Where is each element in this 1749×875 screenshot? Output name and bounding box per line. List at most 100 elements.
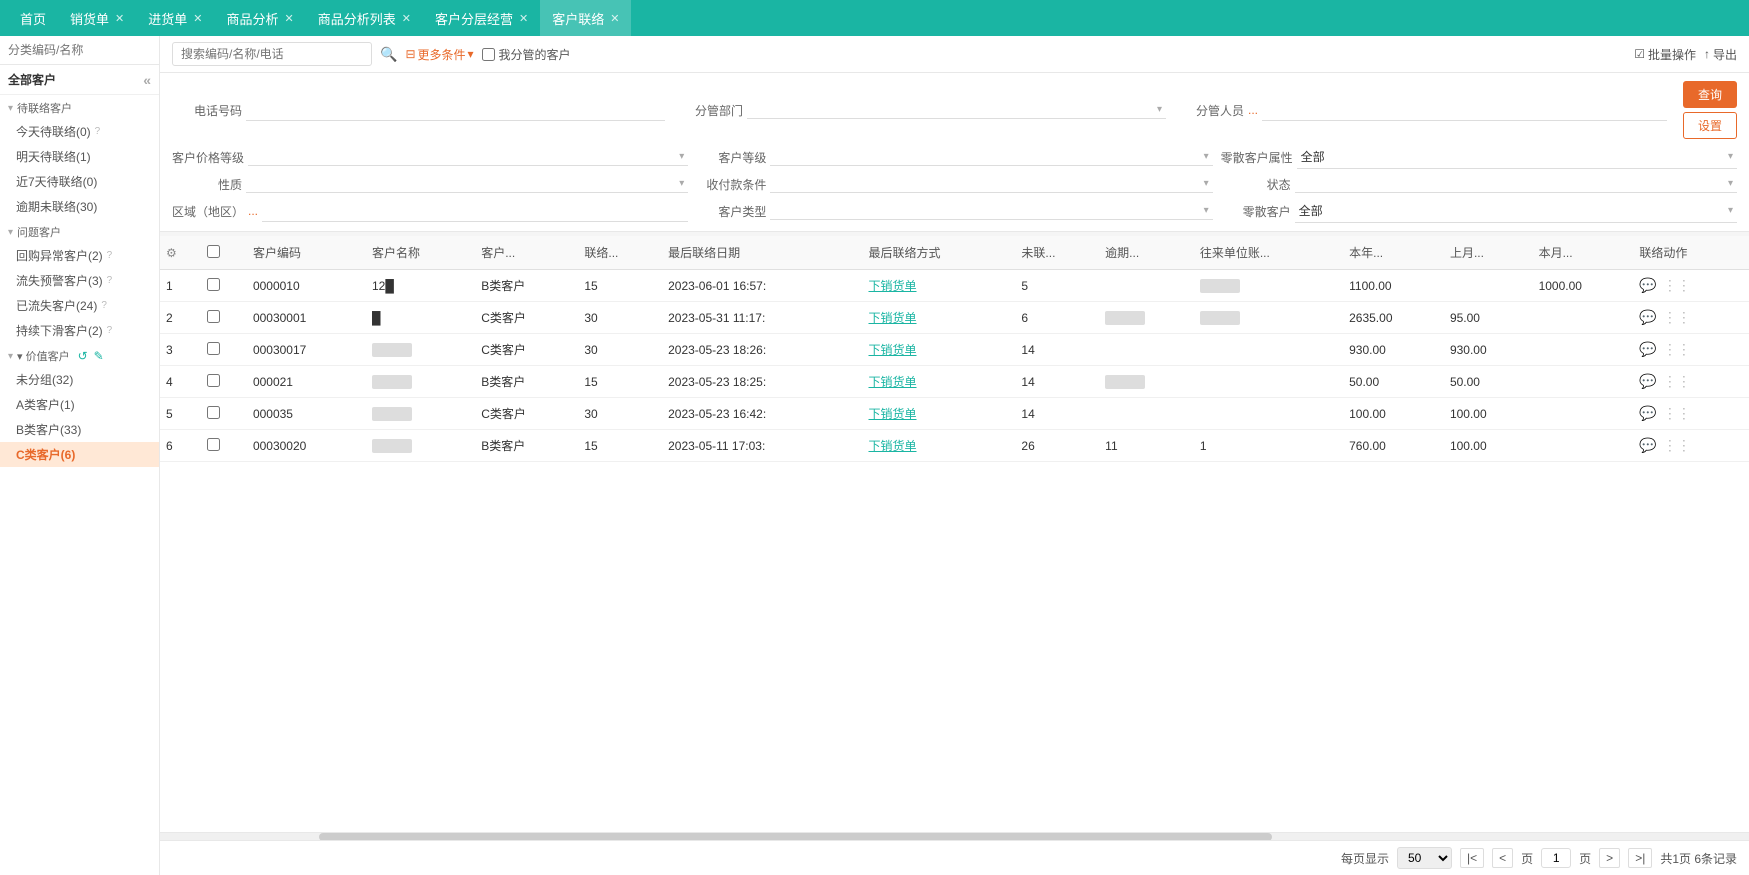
col-header-code[interactable]: 客户编码 bbox=[247, 236, 366, 270]
prev-page-button[interactable]: < bbox=[1492, 848, 1513, 868]
cell-last_contact_method[interactable]: 下销货单 bbox=[863, 430, 1016, 462]
filter-text-input[interactable] bbox=[1262, 100, 1667, 121]
row-checkbox[interactable] bbox=[207, 342, 220, 355]
cell-action[interactable]: 💬 ⋮⋮ bbox=[1633, 270, 1749, 302]
filter-select[interactable]: ▾ bbox=[770, 148, 1212, 166]
sidebar-item[interactable]: 未分组(32) bbox=[0, 367, 159, 392]
sidebar-item[interactable]: 今天待联络(0)? bbox=[0, 119, 159, 144]
gear-icon[interactable]: ⚙ bbox=[166, 246, 177, 260]
filter-text-input[interactable] bbox=[262, 201, 688, 222]
close-tab-icon[interactable]: ✕ bbox=[115, 12, 124, 25]
select-all-checkbox[interactable] bbox=[207, 245, 220, 258]
more-icon[interactable]: ⋮⋮ bbox=[1663, 405, 1691, 422]
more-icon[interactable]: ⋮⋮ bbox=[1663, 341, 1691, 358]
cell-action[interactable]: 💬⋮⋮ bbox=[1633, 398, 1749, 430]
more-icon[interactable]: ⋮⋮ bbox=[1663, 373, 1691, 390]
sidebar-item[interactable]: 已流失客户(24)? bbox=[0, 293, 159, 318]
col-header-action[interactable]: 联络动作 bbox=[1633, 236, 1749, 270]
nav-item-客户联络[interactable]: 客户联络✕ bbox=[540, 0, 631, 36]
cell-checkbox[interactable] bbox=[201, 398, 247, 430]
chat-icon[interactable]: 💬 bbox=[1639, 277, 1656, 294]
page-input[interactable] bbox=[1541, 848, 1571, 868]
info-icon[interactable]: ? bbox=[95, 126, 101, 137]
row-checkbox[interactable] bbox=[207, 310, 220, 323]
filter-dots-button[interactable]: ... bbox=[248, 204, 258, 218]
more-icon[interactable]: ⋮⋮ bbox=[1663, 277, 1691, 294]
close-tab-icon[interactable]: ✕ bbox=[402, 12, 411, 25]
col-header-checkbox[interactable] bbox=[201, 236, 247, 270]
nav-item-商品分析[interactable]: 商品分析✕ bbox=[214, 0, 305, 36]
my-customers-check[interactable] bbox=[482, 48, 495, 61]
close-tab-icon[interactable]: ✕ bbox=[193, 12, 202, 25]
query-button[interactable]: 查询 bbox=[1683, 81, 1737, 108]
col-header-last_contact_date[interactable]: 最后联络日期 bbox=[662, 236, 862, 270]
row-checkbox[interactable] bbox=[207, 406, 220, 419]
cell-checkbox[interactable] bbox=[201, 302, 247, 334]
filter-dots-button[interactable]: ... bbox=[1248, 103, 1258, 117]
contact-method-link[interactable]: 下销货单 bbox=[869, 279, 917, 293]
cell-last_contact_method[interactable]: 下销货单 bbox=[863, 302, 1016, 334]
chat-icon[interactable]: 💬 bbox=[1639, 309, 1656, 326]
filter-select[interactable]: ▾ bbox=[770, 175, 1212, 193]
sidebar-item[interactable]: 近7天待联络(0) bbox=[0, 169, 159, 194]
my-customers-checkbox[interactable]: 我分管的客户 bbox=[482, 46, 571, 63]
filter-select[interactable]: ▾ bbox=[770, 202, 1212, 220]
chat-icon[interactable]: 💬 bbox=[1639, 373, 1656, 390]
export-button[interactable]: ↑ 导出 bbox=[1704, 46, 1737, 63]
filter-select[interactable]: 全部▾ bbox=[1295, 199, 1737, 223]
sidebar-item[interactable]: B类客户(33) bbox=[0, 417, 159, 442]
row-checkbox[interactable] bbox=[207, 438, 220, 451]
col-header-gear[interactable]: ⚙ bbox=[160, 236, 201, 270]
filter-select[interactable]: ▾ bbox=[246, 175, 688, 193]
more-icon[interactable]: ⋮⋮ bbox=[1663, 309, 1691, 326]
sidebar-group-问题客户[interactable]: 问题客户 bbox=[0, 219, 159, 243]
nav-item-进货单[interactable]: 进货单✕ bbox=[136, 0, 214, 36]
close-tab-icon[interactable]: ✕ bbox=[610, 12, 619, 25]
col-header-overdue[interactable]: 逾期... bbox=[1099, 236, 1194, 270]
cell-action[interactable]: 💬 ⋮⋮ bbox=[1633, 302, 1749, 334]
chat-icon[interactable]: 💬 bbox=[1639, 437, 1656, 454]
more-icon[interactable]: ⋮⋮ bbox=[1663, 437, 1691, 454]
col-header-type[interactable]: 客户... bbox=[475, 236, 578, 270]
sidebar-item[interactable]: 流失预警客户(3)? bbox=[0, 268, 159, 293]
batch-op-button[interactable]: ☑ 批量操作 bbox=[1634, 46, 1696, 63]
chat-icon[interactable]: 💬 bbox=[1639, 341, 1656, 358]
contact-method-link[interactable]: 下销货单 bbox=[869, 375, 917, 389]
sidebar-item[interactable]: C类客户(6) bbox=[0, 442, 159, 467]
filter-select[interactable]: ▾ bbox=[248, 148, 688, 166]
col-header-unit_account[interactable]: 往来单位账... bbox=[1194, 236, 1343, 270]
nav-item-商品分析列表[interactable]: 商品分析列表✕ bbox=[306, 0, 423, 36]
row-checkbox[interactable] bbox=[207, 278, 220, 291]
col-header-last_month[interactable]: 上月... bbox=[1444, 236, 1533, 270]
sidebar-item[interactable]: 逾期未联络(30) bbox=[0, 194, 159, 219]
next-page-button[interactable]: > bbox=[1599, 848, 1620, 868]
cell-last_contact_method[interactable]: 下销货单 bbox=[863, 366, 1016, 398]
col-header-this_month[interactable]: 本月... bbox=[1533, 236, 1634, 270]
cell-action[interactable]: 💬 ⋮⋮ bbox=[1633, 334, 1749, 366]
sidebar-group-价值客户[interactable]: ▾ 价值客户 ↺✎ bbox=[0, 343, 159, 367]
col-header-this_year[interactable]: 本年... bbox=[1343, 236, 1444, 270]
info-icon[interactable]: ? bbox=[107, 250, 113, 261]
horizontal-scrollbar[interactable] bbox=[160, 832, 1749, 840]
cell-checkbox[interactable] bbox=[201, 430, 247, 462]
filter-search-button[interactable]: 🔍 bbox=[380, 46, 397, 63]
contact-method-link[interactable]: 下销货单 bbox=[869, 439, 917, 453]
cell-action[interactable]: 💬 ⋮⋮ bbox=[1633, 366, 1749, 398]
all-customers-header[interactable]: 全部客户 « bbox=[0, 65, 159, 95]
close-tab-icon[interactable]: ✕ bbox=[519, 12, 528, 25]
col-header-name[interactable]: 客户名称 bbox=[366, 236, 475, 270]
sidebar-item[interactable]: 回购异常客户(2)? bbox=[0, 243, 159, 268]
per-page-select[interactable]: 50 100 200 bbox=[1397, 847, 1452, 869]
filter-select[interactable]: ▾ bbox=[1295, 175, 1737, 193]
row-checkbox[interactable] bbox=[207, 374, 220, 387]
filter-select[interactable]: ▾ bbox=[747, 101, 1166, 119]
cell-checkbox[interactable] bbox=[201, 334, 247, 366]
filter-search-input[interactable] bbox=[172, 42, 372, 66]
nav-item-首页[interactable]: 首页 bbox=[8, 0, 58, 36]
cell-checkbox[interactable] bbox=[201, 366, 247, 398]
sidebar-item[interactable]: 明天待联络(1) bbox=[0, 144, 159, 169]
nav-item-客户分层经营[interactable]: 客户分层经营✕ bbox=[423, 0, 540, 36]
sidebar-item[interactable]: 持续下滑客户(2)? bbox=[0, 318, 159, 343]
cell-last_contact_method[interactable]: 下销货单 bbox=[863, 398, 1016, 430]
info-icon[interactable]: ? bbox=[107, 325, 113, 336]
